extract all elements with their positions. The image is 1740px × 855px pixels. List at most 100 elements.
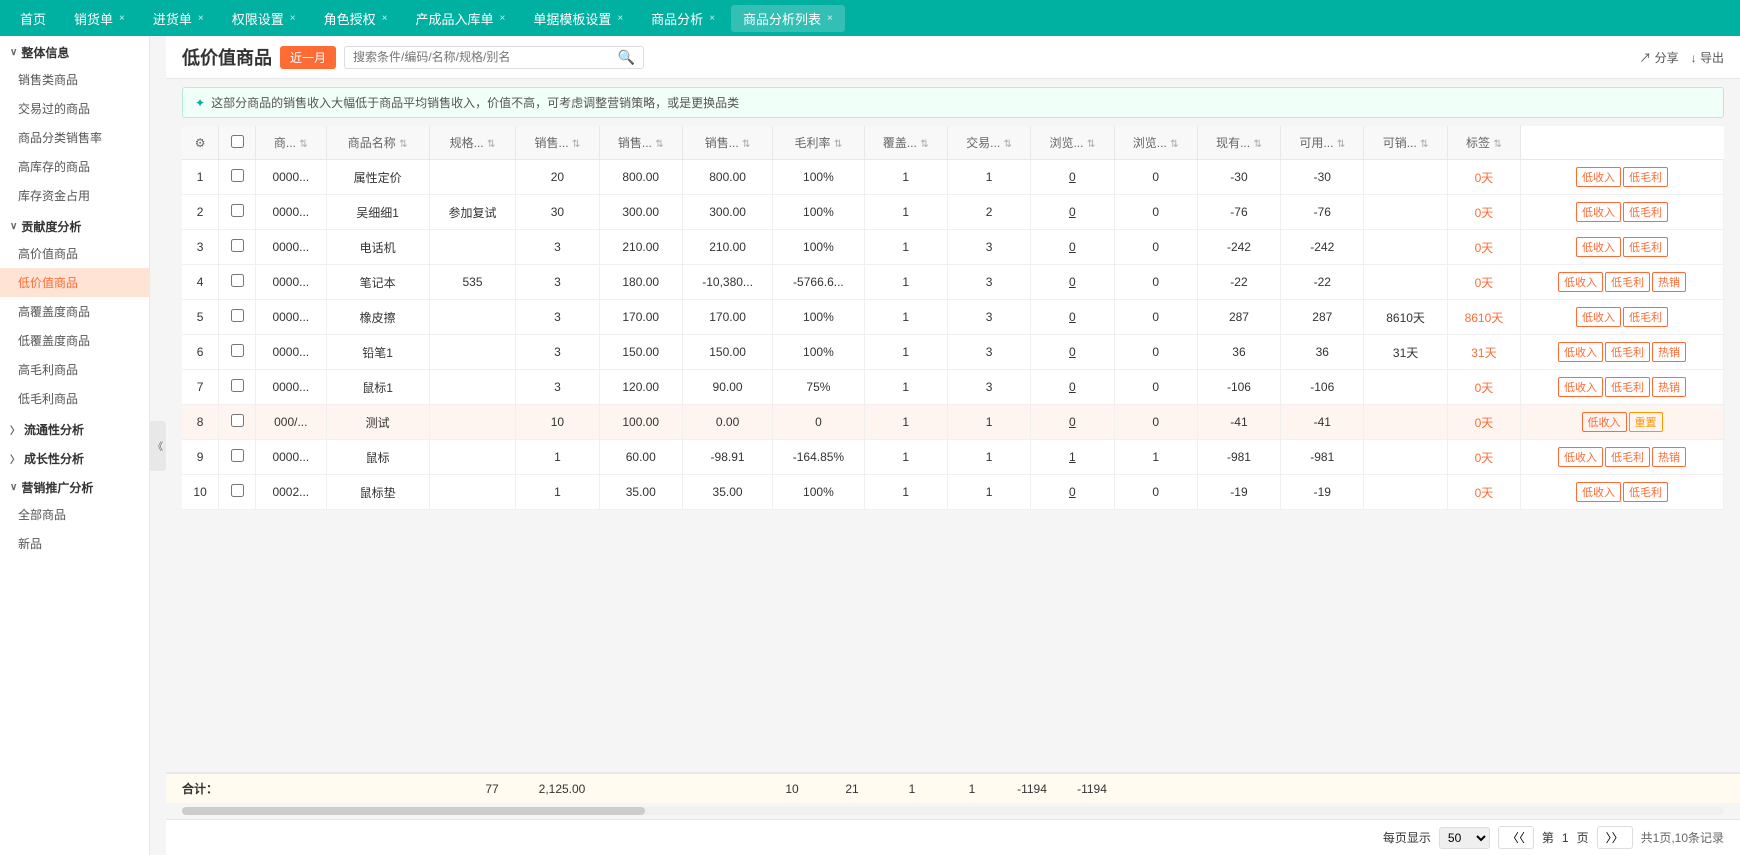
row-browse1[interactable]: 0 — [1031, 230, 1114, 265]
browse-link[interactable]: 0 — [1069, 240, 1076, 254]
sidebar-group-贡献度分析[interactable]: ∨贡献度分析 — [0, 210, 149, 239]
row-browse1[interactable]: 0 — [1031, 475, 1114, 510]
col-s3[interactable]: 销售... ⇅ — [682, 126, 772, 160]
sidebar-item-高库存的商品[interactable]: 高库存的商品 — [0, 152, 149, 181]
sidebar-item-新品[interactable]: 新品 — [0, 529, 149, 558]
page-size-select[interactable]: 50 100 200 — [1439, 827, 1490, 849]
next-page-button[interactable]: 〉〉 — [1597, 826, 1633, 849]
scrollbar-track[interactable] — [182, 807, 1724, 815]
col-cur[interactable]: 现有... ⇅ — [1197, 126, 1280, 160]
close-tab-icon[interactable]: × — [198, 13, 204, 24]
col-browse1[interactable]: 浏览... ⇅ — [1031, 126, 1114, 160]
search-input[interactable] — [353, 50, 614, 64]
close-tab-icon[interactable]: × — [290, 13, 296, 24]
row-checkbox-input[interactable] — [231, 484, 244, 497]
col-avail[interactable]: 可用... ⇅ — [1281, 126, 1364, 160]
sidebar-item-高毛利商品[interactable]: 高毛利商品 — [0, 355, 149, 384]
close-tab-icon[interactable]: × — [382, 13, 388, 24]
row-browse1[interactable]: 0 — [1031, 370, 1114, 405]
sidebar-item-低毛利商品[interactable]: 低毛利商品 — [0, 384, 149, 413]
sidebar-item-低覆盖度商品[interactable]: 低覆盖度商品 — [0, 326, 149, 355]
close-tab-icon[interactable]: × — [617, 13, 623, 24]
nav-item-首页[interactable]: 首页 — [8, 5, 58, 32]
row-checkbox-input[interactable] — [231, 414, 244, 427]
row-checkbox[interactable] — [219, 475, 256, 510]
col-checkbox[interactable] — [219, 126, 256, 160]
sidebar-item-交易过的商品[interactable]: 交易过的商品 — [0, 94, 149, 123]
filter-button[interactable]: 近一月 — [280, 46, 336, 69]
row-checkbox[interactable] — [219, 160, 256, 195]
row-checkbox-input[interactable] — [231, 379, 244, 392]
row-browse1[interactable]: 0 — [1031, 335, 1114, 370]
browse-link[interactable]: 0 — [1069, 170, 1076, 184]
col-cov[interactable]: 覆盖... ⇅ — [864, 126, 947, 160]
browse-link[interactable]: 1 — [1069, 450, 1076, 464]
browse-link[interactable]: 0 — [1069, 380, 1076, 394]
row-browse1[interactable]: 0 — [1031, 195, 1114, 230]
nav-item-商品分析列表[interactable]: 商品分析列表× — [731, 5, 845, 32]
row-checkbox-input[interactable] — [231, 204, 244, 217]
sidebar-item-商品分类销售率[interactable]: 商品分类销售率 — [0, 123, 149, 152]
col-sell[interactable]: 可销... ⇅ — [1364, 126, 1447, 160]
row-checkbox-input[interactable] — [231, 169, 244, 182]
row-checkbox[interactable] — [219, 370, 256, 405]
row-checkbox[interactable] — [219, 265, 256, 300]
row-checkbox[interactable] — [219, 335, 256, 370]
close-tab-icon[interactable]: × — [119, 13, 125, 24]
sidebar-item-库存资金占用[interactable]: 库存资金占用 — [0, 181, 149, 210]
sidebar-item-高覆盖度商品[interactable]: 高覆盖度商品 — [0, 297, 149, 326]
sidebar-group-整体信息[interactable]: ∨整体信息 — [0, 36, 149, 65]
nav-item-产成品入库单[interactable]: 产成品入库单× — [403, 5, 517, 32]
first-page-button[interactable]: 〈〈 — [1498, 826, 1534, 849]
sidebar-item-高价值商品[interactable]: 高价值商品 — [0, 239, 149, 268]
col-settings[interactable]: ⚙ — [182, 126, 219, 160]
col-name[interactable]: 商品名称 ⇅ — [326, 126, 429, 160]
row-checkbox[interactable] — [219, 440, 256, 475]
row-browse1[interactable]: 0 — [1031, 300, 1114, 335]
close-tab-icon[interactable]: × — [709, 13, 715, 24]
close-tab-icon[interactable]: × — [499, 13, 505, 24]
nav-item-销货单[interactable]: 销货单× — [62, 5, 137, 32]
sidebar-item-低价值商品[interactable]: 低价值商品 — [0, 268, 149, 297]
row-checkbox-input[interactable] — [231, 309, 244, 322]
row-checkbox-input[interactable] — [231, 344, 244, 357]
col-trade[interactable]: 交易... ⇅ — [947, 126, 1030, 160]
row-browse1[interactable]: 0 — [1031, 265, 1114, 300]
nav-item-单据模板设置[interactable]: 单据模板设置× — [521, 5, 635, 32]
row-checkbox[interactable] — [219, 405, 256, 440]
row-checkbox[interactable] — [219, 195, 256, 230]
row-checkbox-input[interactable] — [231, 239, 244, 252]
col-rate[interactable]: 毛利率 ⇅ — [773, 126, 864, 160]
sidebar-item-销售类商品[interactable]: 销售类商品 — [0, 65, 149, 94]
col-s1[interactable]: 销售... ⇅ — [516, 126, 599, 160]
browse-link[interactable]: 0 — [1069, 485, 1076, 499]
sidebar-item-全部商品[interactable]: 全部商品 — [0, 500, 149, 529]
nav-item-权限设置[interactable]: 权限设置× — [220, 5, 308, 32]
sidebar-group-流通性分析[interactable]: 〉流通性分析 — [0, 413, 149, 442]
select-all-checkbox[interactable] — [231, 135, 244, 148]
collapse-sidebar-button[interactable]: 《 — [150, 421, 166, 471]
col-browse2[interactable]: 浏览... ⇅ — [1114, 126, 1197, 160]
row-browse1[interactable]: 0 — [1031, 160, 1114, 195]
col-tags[interactable]: 标签 ⇅ — [1447, 126, 1520, 160]
col-code[interactable]: 商... ⇅ — [256, 126, 327, 160]
browse-link[interactable]: 0 — [1069, 310, 1076, 324]
share-button[interactable]: ↗ 分享 — [1639, 49, 1678, 66]
row-browse1[interactable]: 0 — [1031, 405, 1114, 440]
col-spec[interactable]: 规格... ⇅ — [429, 126, 516, 160]
export-button[interactable]: ↓ 导出 — [1691, 49, 1724, 66]
nav-item-进货单[interactable]: 进货单× — [141, 5, 216, 32]
close-tab-icon[interactable]: × — [827, 13, 833, 24]
browse-link[interactable]: 0 — [1069, 275, 1076, 289]
row-checkbox[interactable] — [219, 300, 256, 335]
sidebar-group-营销推广分析[interactable]: ∨营销推广分析 — [0, 471, 149, 500]
nav-item-商品分析[interactable]: 商品分析× — [639, 5, 727, 32]
row-checkbox-input[interactable] — [231, 449, 244, 462]
row-checkbox[interactable] — [219, 230, 256, 265]
browse-link[interactable]: 0 — [1069, 345, 1076, 359]
sidebar-group-成长性分析[interactable]: 〉成长性分析 — [0, 442, 149, 471]
nav-item-角色授权[interactable]: 角色授权× — [312, 5, 400, 32]
row-checkbox-input[interactable] — [231, 274, 244, 287]
browse-link[interactable]: 0 — [1069, 415, 1076, 429]
row-browse1[interactable]: 1 — [1031, 440, 1114, 475]
